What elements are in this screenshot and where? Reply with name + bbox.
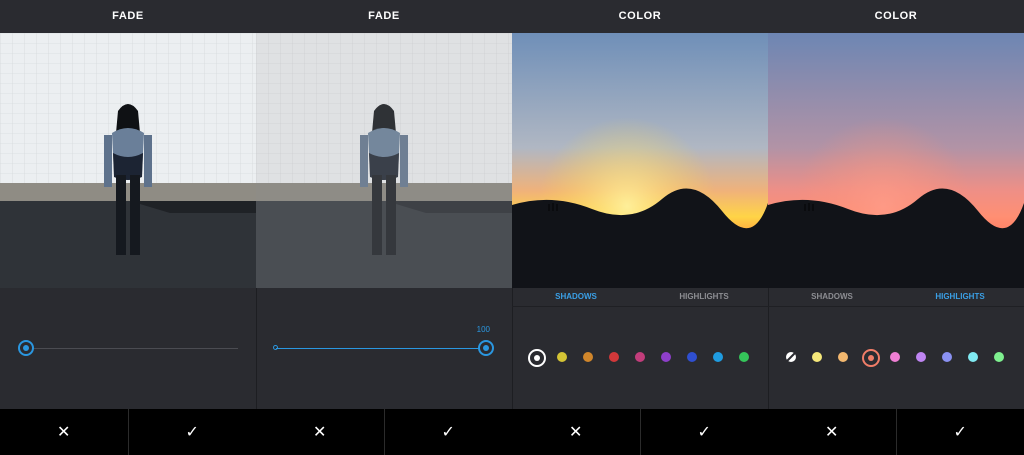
fade-slider-fill xyxy=(276,348,488,349)
color-panel-shadows: COLOR SHADOWS HIGHLIGHTS ✕ ✓ xyxy=(512,0,768,455)
tab-highlights[interactable]: HIGHLIGHTS xyxy=(640,288,768,306)
panel-title: COLOR xyxy=(512,0,768,33)
panel-title: FADE xyxy=(0,0,256,33)
shadows-swatches xyxy=(512,349,768,367)
cancel-button[interactable]: ✕ xyxy=(256,409,384,455)
swatch-pink[interactable] xyxy=(890,352,900,362)
swatch-cyan[interactable] xyxy=(713,352,723,362)
fade-value-label: 100 xyxy=(476,325,490,334)
swatch-yellow[interactable] xyxy=(812,352,822,362)
tone-tabs: SHADOWS HIGHLIGHTS xyxy=(768,288,1024,307)
cancel-button[interactable]: ✕ xyxy=(768,409,896,455)
action-bar: ✕ ✓ xyxy=(0,409,256,455)
tone-tabs: SHADOWS HIGHLIGHTS xyxy=(512,288,768,307)
swatch-none[interactable] xyxy=(786,352,796,362)
action-bar: ✕ ✓ xyxy=(256,409,512,455)
panel-title: FADE xyxy=(256,0,512,33)
slider-origin-marker xyxy=(273,345,278,350)
photo-sunset xyxy=(512,33,768,288)
swatch-green[interactable] xyxy=(739,352,749,362)
swatch-blue[interactable] xyxy=(942,352,952,362)
swatch-green[interactable] xyxy=(994,352,1004,362)
swatch-yellow[interactable] xyxy=(557,352,567,362)
cancel-button[interactable]: ✕ xyxy=(512,409,640,455)
fade-panel-2: FADE 100 ✕ ✓ xyxy=(256,0,512,455)
swatch-cyan[interactable] xyxy=(968,352,978,362)
fade-panel-1: FADE ✕ ✓ xyxy=(0,0,256,455)
tab-shadows[interactable]: SHADOWS xyxy=(768,288,896,306)
color-panel-highlights: COLOR SHADOWS HIGHLIGHTS ✕ ✓ xyxy=(768,0,1024,455)
action-bar: ✕ ✓ xyxy=(768,409,1024,455)
swatch-red[interactable] xyxy=(609,352,619,362)
photo-woman-wall-faded xyxy=(256,33,512,288)
swatch-purple[interactable] xyxy=(916,352,926,362)
tab-shadows[interactable]: SHADOWS xyxy=(512,288,640,306)
fade-slider-handle[interactable] xyxy=(18,340,34,356)
photo-sunset-tinted xyxy=(768,33,1024,288)
confirm-button[interactable]: ✓ xyxy=(639,409,769,455)
swatch-orange[interactable] xyxy=(583,352,593,362)
confirm-button[interactable]: ✓ xyxy=(895,409,1024,455)
panel-title: COLOR xyxy=(768,0,1024,33)
confirm-button[interactable]: ✓ xyxy=(127,409,257,455)
swatch-selected[interactable] xyxy=(528,349,546,367)
swatch-pink[interactable] xyxy=(635,352,645,362)
swatch-blue[interactable] xyxy=(687,352,697,362)
swatch-selected-red[interactable] xyxy=(862,349,880,367)
confirm-button[interactable]: ✓ xyxy=(383,409,513,455)
photo-woman-wall xyxy=(0,33,256,288)
highlights-swatches xyxy=(768,349,1024,367)
fade-slider-track[interactable] xyxy=(276,348,488,349)
tab-highlights[interactable]: HIGHLIGHTS xyxy=(896,288,1024,306)
cancel-button[interactable]: ✕ xyxy=(0,409,128,455)
swatch-purple[interactable] xyxy=(661,352,671,362)
action-bar: ✕ ✓ xyxy=(512,409,768,455)
swatch-orange[interactable] xyxy=(838,352,848,362)
fade-slider-handle[interactable] xyxy=(478,340,494,356)
fade-slider-track[interactable] xyxy=(26,348,238,349)
